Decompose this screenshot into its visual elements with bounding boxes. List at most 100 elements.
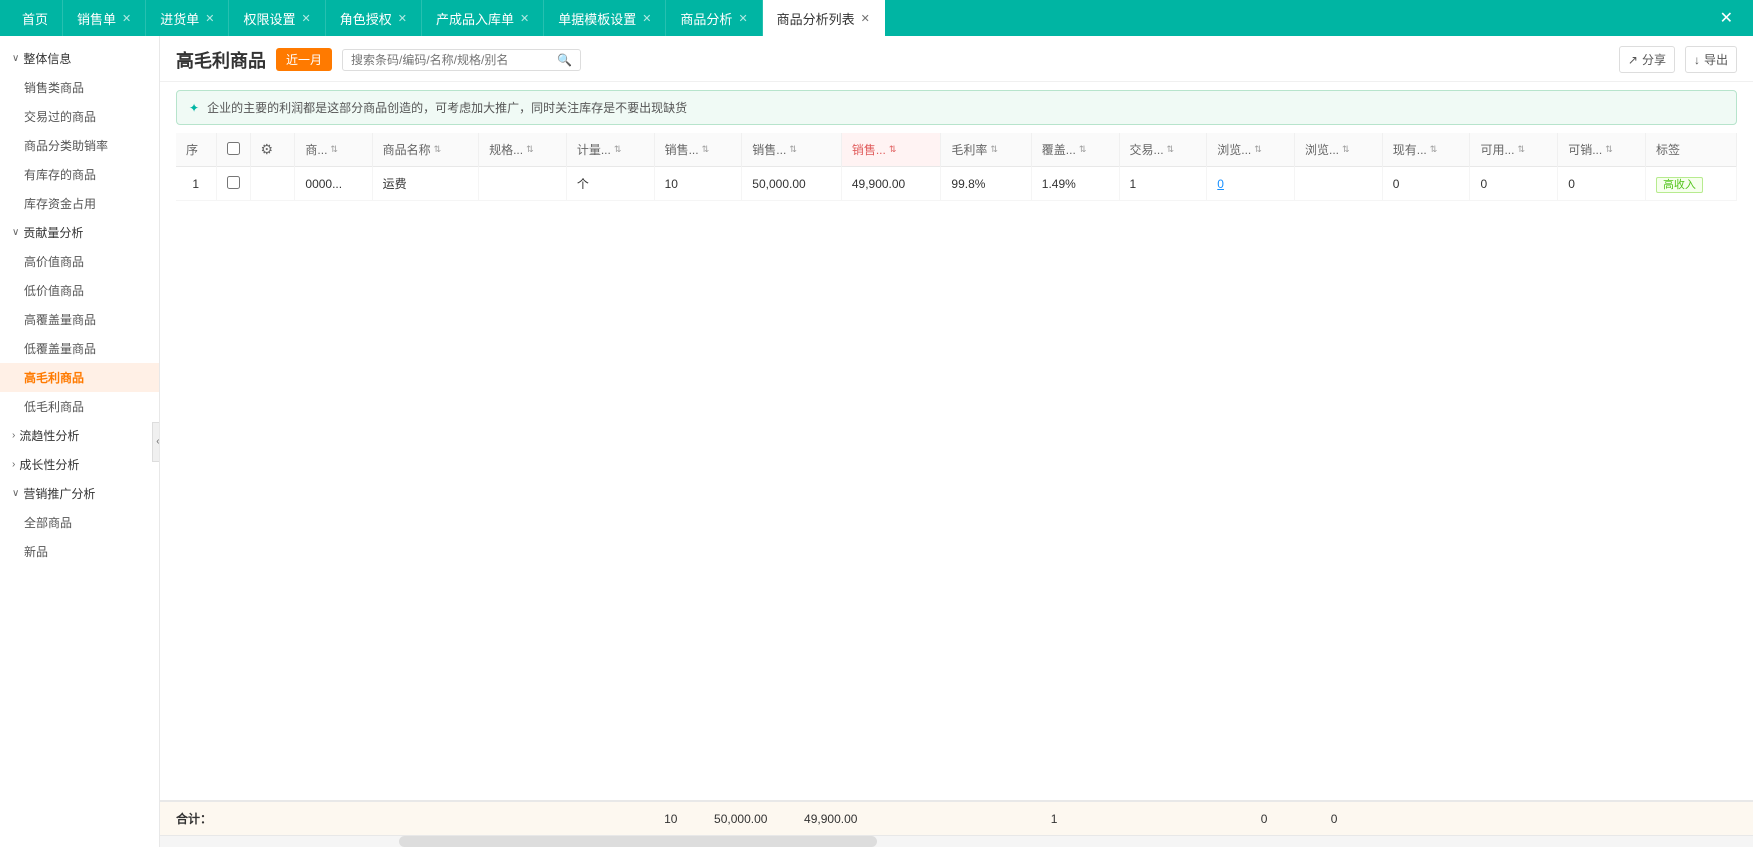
sort-icon-unit: ⇅ [614,144,622,155]
sidebar-item-new-goods[interactable]: 新品 [0,537,159,566]
sidebar-item-low-value[interactable]: 低价值商品 [0,276,159,305]
th-spec[interactable]: 规格... ⇅ [479,133,567,167]
export-button[interactable]: ↓ 导出 [1685,46,1737,73]
th-sales-qty[interactable]: 销售... ⇅ [654,133,742,167]
search-icon[interactable]: 🔍 [557,53,572,67]
search-box: 🔍 [342,49,581,71]
sort-icon-available-stock: ⇅ [1517,144,1525,155]
sort-icon-spec: ⇅ [526,144,534,155]
th-transaction[interactable]: 交易... ⇅ [1119,133,1207,167]
sidebar: ∨ 整体信息 销售类商品 交易过的商品 商品分类助销率 有库存的商品 库存资金占… [0,36,160,847]
cell-view2 [1295,167,1383,201]
sidebar-item-traded-goods[interactable]: 交易过的商品 [0,102,159,131]
table-row: 1 0000... 运费 [176,167,1737,201]
sidebar-item-category-rate[interactable]: 商品分类助销率 [0,131,159,160]
nav-product-analysis-list[interactable]: 商品分析列表 ✕ [763,0,885,36]
sidebar-item-in-stock-goods[interactable]: 有库存的商品 [0,160,159,189]
sidebar-item-all-goods[interactable]: 全部商品 [0,508,159,537]
cell-view1[interactable]: 0 [1207,167,1295,201]
nav-purchase-order[interactable]: 进货单 ✕ [146,0,229,36]
sidebar-item-high-coverage[interactable]: 高覆盖量商品 [0,305,159,334]
share-button[interactable]: ↗ 分享 [1619,46,1675,73]
select-all-checkbox[interactable] [227,142,240,155]
th-name[interactable]: 商品名称 ⇅ [372,133,478,167]
nav-home[interactable]: 首页 [8,0,63,36]
th-saleable-stock[interactable]: 可销... ⇅ [1558,133,1646,167]
close-window-button[interactable]: ✕ [1708,8,1745,28]
close-product-analysis-list[interactable]: ✕ [861,12,870,25]
search-input[interactable] [351,53,551,67]
sidebar-item-high-value[interactable]: 高价值商品 [0,247,159,276]
table-footer: 合计： 10 50,000.00 49,900.00 1 0 0 [160,800,1753,835]
sidebar-item-low-margin[interactable]: 低毛利商品 [0,392,159,421]
info-banner: ✦ 企业的主要的利润都是这部分商品创造的，可考虑加大推广，同时关注库存是不要出现… [176,90,1737,125]
close-sales-order[interactable]: ✕ [122,12,131,25]
filter-button[interactable]: 近一月 [276,48,332,71]
sort-icon-current-stock: ⇅ [1430,144,1438,155]
footer-available-stock: 0 [1277,812,1347,826]
th-unit[interactable]: 计量... ⇅ [566,133,654,167]
settings-icon[interactable]: ⚙ [261,141,274,157]
cell-gross-margin: 99.8% [941,167,1031,201]
footer-sales-cost: 49,900.00 [777,812,867,826]
arrow-down-icon-2: ∨ [12,227,19,238]
cell-check[interactable] [216,167,250,201]
sidebar-group-contribution[interactable]: ∨ 贡献量分析 [0,218,159,247]
main-layout: ∨ 整体信息 销售类商品 交易过的商品 商品分类助销率 有库存的商品 库存资金占… [0,36,1753,847]
sidebar-group-marketing[interactable]: ∨ 营销推广分析 [0,479,159,508]
cell-coverage: 1.49% [1031,167,1119,201]
table-container[interactable]: 序 ⚙ 商... ⇅ [160,133,1753,800]
th-settings[interactable]: ⚙ [250,133,295,167]
sort-icon-view1: ⇅ [1254,144,1262,155]
close-template-settings[interactable]: ✕ [642,12,651,25]
arrow-right-icon: › [12,430,15,441]
th-view1[interactable]: 浏览... ⇅ [1207,133,1295,167]
cell-saleable-stock: 0 [1558,167,1646,201]
cell-name: 运费 [372,167,478,201]
th-gross-margin[interactable]: 毛利率 ⇅ [941,133,1031,167]
sidebar-item-sales-goods[interactable]: 销售类商品 [0,73,159,102]
nav-sales-order[interactable]: 销售单 ✕ [63,0,146,36]
sort-icon-transaction: ⇅ [1167,144,1175,155]
cell-transaction: 1 [1119,167,1207,201]
sidebar-group-overall-info[interactable]: ∨ 整体信息 [0,44,159,73]
th-code[interactable]: 商... ⇅ [295,133,372,167]
nav-product-inbound[interactable]: 产成品入库单 ✕ [422,0,544,36]
sidebar-item-inventory-capital[interactable]: 库存资金占用 [0,189,159,218]
bottom-scrollbar[interactable] [160,835,1753,847]
cell-unit: 个 [566,167,654,201]
th-sales-amount[interactable]: 销售... ⇅ [742,133,842,167]
th-tag[interactable]: 标签 [1645,133,1736,167]
arrow-down-icon: ∨ [12,53,19,64]
sidebar-group-growth[interactable]: › 成长性分析 [0,450,159,479]
nav-permission-settings[interactable]: 权限设置 ✕ [229,0,325,36]
sidebar-item-low-coverage[interactable]: 低覆盖量商品 [0,334,159,363]
th-current-stock[interactable]: 现有... ⇅ [1382,133,1470,167]
th-check[interactable] [216,133,250,167]
sort-icon-name: ⇅ [434,144,442,155]
footer-sales-qty: 10 [627,812,687,826]
close-permission-settings[interactable]: ✕ [302,12,311,25]
close-product-inbound[interactable]: ✕ [520,12,529,25]
sidebar-collapse-button[interactable]: « [152,422,160,462]
sidebar-item-high-margin[interactable]: 高毛利商品 [0,363,159,392]
sort-icon-sales-cost: ⇅ [889,144,897,155]
export-icon: ↓ [1694,53,1700,67]
th-available-stock[interactable]: 可用... ⇅ [1470,133,1558,167]
cell-index: 1 [176,167,216,201]
cell-sales-qty: 10 [654,167,742,201]
sort-icon-gross-margin: ⇅ [990,144,998,155]
sidebar-group-trend[interactable]: › 流趋性分析 [0,421,159,450]
footer-current-stock: 0 [1207,812,1277,826]
nav-product-analysis[interactable]: 商品分析 ✕ [666,0,762,36]
th-view2[interactable]: 浏览... ⇅ [1295,133,1383,167]
nav-role-auth[interactable]: 角色授权 ✕ [326,0,422,36]
close-role-auth[interactable]: ✕ [398,12,407,25]
cell-current-stock: 0 [1382,167,1470,201]
nav-template-settings[interactable]: 单据模板设置 ✕ [544,0,666,36]
row-checkbox[interactable] [227,176,240,189]
th-sales-cost[interactable]: 销售... ⇅ [841,133,941,167]
close-purchase-order[interactable]: ✕ [205,12,214,25]
close-product-analysis[interactable]: ✕ [738,12,747,25]
th-coverage[interactable]: 覆盖... ⇅ [1031,133,1119,167]
